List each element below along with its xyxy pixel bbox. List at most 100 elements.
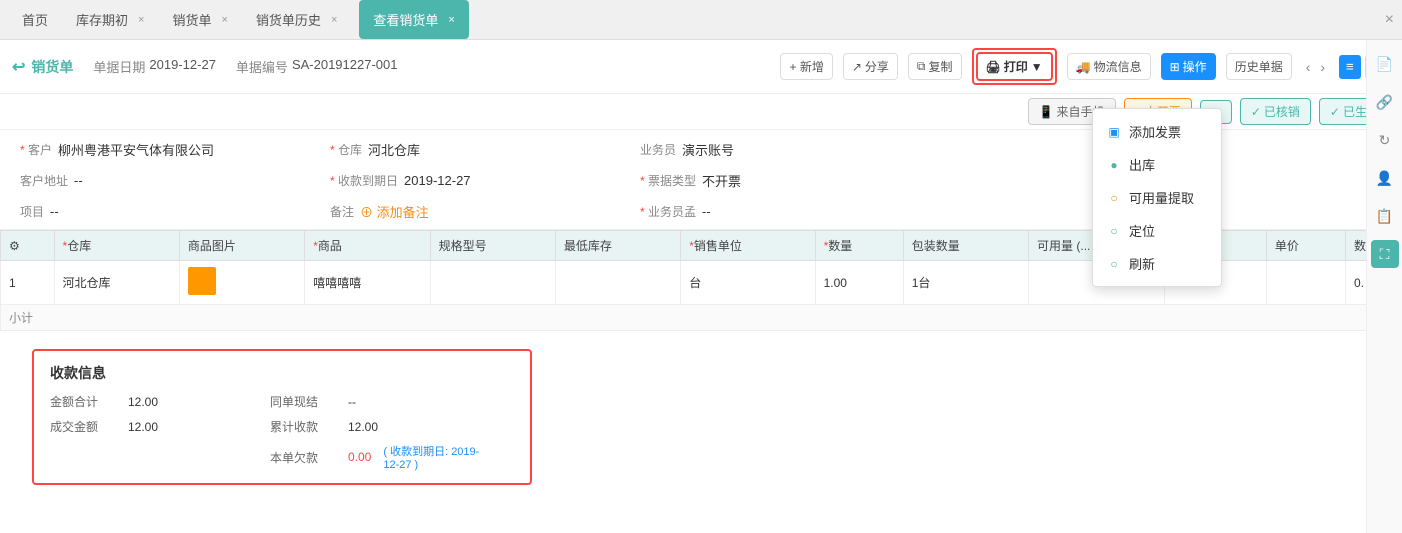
prev-arrow[interactable]: ‹ [1302,57,1315,77]
logistics-button[interactable]: 🚚 物流信息 [1067,53,1151,80]
current-owed-value: 0.00 [348,450,371,464]
cell-warehouse: 河北仓库 [54,261,179,305]
operations-dropdown: ▣ 添加发票 ● 出库 ○ 可用量提取 ○ 定位 ○ 刷新 [1092,108,1222,287]
same-order-row: 同单现结 -- [270,393,490,410]
sold-status-button[interactable]: ✓ 已核销 [1240,98,1311,125]
cell-image [179,261,304,305]
mobile-icon: 📱 [1039,105,1054,119]
tab-sales-close[interactable]: × [221,14,227,26]
number-label-text: 单据编号 [236,57,288,76]
print-dropdown-icon: ▼ [1031,60,1043,74]
add-invoice-item[interactable]: ▣ 添加发票 [1093,115,1221,148]
history-button[interactable]: 历史单据 [1226,53,1292,80]
staff-label: 业务员 [640,141,676,158]
add-invoice-label: 添加发票 [1129,122,1181,141]
customer-value[interactable]: 柳州粤港平安气体有限公司 [58,140,214,159]
tab-bar: 首页 库存期初 × 销货单 × 销货单历史 × 查看销货单 × × [0,0,1402,40]
th-min-stock: 最低库存 [555,231,680,261]
total-amount-row: 金额合计 12.00 [50,393,270,410]
th-spec: 规格型号 [430,231,555,261]
project-value[interactable]: -- [50,204,59,219]
effective-icon: ✓ [1330,105,1340,119]
share-button[interactable]: ↗ 分享 [843,53,898,80]
doc-type-label: 销货单 [31,57,73,77]
th-unit: *销售单位 [681,231,815,261]
th-pack-qty: 包装数量 [903,231,1028,261]
tab-home[interactable]: 首页 [8,0,62,39]
ticket-field: 票据类型 不开票 [640,171,920,190]
customer-label: 客户 [20,141,52,158]
ticket-value: 不开票 [702,171,741,190]
tab-view-sales-close[interactable]: × [448,14,454,26]
payment-section: 收款信息 金额合计 12.00 同单现结 -- 成交金额 12.00 累计收款 … [32,349,532,485]
current-owed-row: 本单欠款 0.00 ( 收款到期日: 2019-12-27 ) [270,443,490,471]
doc-date-label: 单据日期 2019-12-27 [93,57,216,76]
right-sidebar: 📄 🔗 ↻ 👤 📋 ⛶ [1366,40,1402,533]
sidebar-doc-icon[interactable]: 📄 [1371,50,1399,78]
logistics-label: 物流信息 [1094,58,1142,75]
outbound-item[interactable]: ● 出库 [1093,148,1221,181]
number-value: SA-20191227-001 [292,57,398,76]
sold-label: 已核销 [1264,103,1300,120]
available-extract-label: 可用量提取 [1129,188,1194,207]
transaction-row: 成交金额 12.00 [50,418,270,435]
available-extract-item[interactable]: ○ 可用量提取 [1093,181,1221,214]
cumulative-value: 12.00 [348,420,378,434]
print-button[interactable]: 🖨 打印 ▼ [976,52,1053,81]
tab-inventory-init[interactable]: 库存期初 × [62,0,158,39]
tab-sales-order[interactable]: 销货单 × [158,0,241,39]
next-arrow[interactable]: › [1316,57,1329,77]
add-remark-button[interactable]: ⊕ 添加备注 [360,202,429,221]
remark-label: 备注 [330,203,354,220]
outbound-icon: ● [1107,158,1121,172]
tab-sales-history[interactable]: 销货单历史 × [242,0,351,39]
tab-sales-label: 销货单 [172,10,211,29]
due-date-value[interactable]: 2019-12-27 [404,173,471,188]
grid-view-button[interactable]: ≡ [1339,55,1361,79]
cell-price [1266,261,1345,305]
sidebar-user-icon[interactable]: 👤 [1371,164,1399,192]
address-label: 客户地址 [20,172,68,189]
copy-button[interactable]: ⧉ 复制 [908,53,962,80]
tab-view-sales-label: 查看销货单 [373,10,438,29]
tab-inventory-label: 库存期初 [76,10,128,29]
payment-area: 收款信息 金额合计 12.00 同单现结 -- 成交金额 12.00 累计收款 … [0,331,1402,503]
tab-inventory-close[interactable]: × [138,14,144,26]
project-label: 项目 [20,203,44,220]
sold-icon: ✓ [1251,105,1261,119]
remark-field: 备注 ⊕ 添加备注 [330,202,610,221]
th-warehouse: *仓库 [54,231,179,261]
doc-info-area: 单据日期 2019-12-27 单据编号 SA-20191227-001 [93,57,397,76]
warehouse-value[interactable]: 河北仓库 [368,140,420,159]
locate-item[interactable]: ○ 定位 [1093,214,1221,247]
address-value[interactable]: -- [74,173,83,188]
operate-button[interactable]: ⊞ 操作 [1161,53,1216,80]
cumulative-row: 累计收款 12.00 [270,418,490,435]
sidebar-expand-icon[interactable]: ⛶ [1371,240,1399,268]
due-date-label: 收款到期日 [330,172,398,189]
cumulative-label: 累计收款 [270,418,340,435]
salesperson-field: 业务员孟 -- [640,203,920,220]
available-extract-icon: ○ [1107,191,1121,205]
sidebar-clipboard-icon[interactable]: 📋 [1371,202,1399,230]
sidebar-link-icon[interactable]: 🔗 [1371,88,1399,116]
payment-grid: 金额合计 12.00 同单现结 -- 成交金额 12.00 累计收款 12.00 [50,393,514,471]
th-price: 单价 [1266,231,1345,261]
print-icon: 🖨 [986,60,1001,74]
main-content: ↩ 销货单 单据日期 2019-12-27 单据编号 SA-20191227-0… [0,40,1402,533]
tab-sales-history-close[interactable]: × [331,14,337,26]
cell-spec [430,261,555,305]
add-button[interactable]: + 新增 [780,53,832,80]
project-field: 项目 -- [20,203,300,220]
add-remark-text: 添加备注 [377,205,429,220]
tab-view-sales[interactable]: 查看销货单 × [359,0,468,39]
empty-cell [50,443,270,471]
global-close-button[interactable]: × [1385,11,1394,29]
cell-unit: 台 [681,261,815,305]
sidebar-refresh-icon[interactable]: ↻ [1371,126,1399,154]
refresh-item[interactable]: ○ 刷新 [1093,247,1221,280]
doc-number-label: 单据编号 SA-20191227-001 [236,57,398,76]
th-product: *商品 [305,231,430,261]
doc-title-area: ↩ 销货单 [12,57,73,77]
print-highlight-box: 🖨 打印 ▼ [972,48,1057,85]
